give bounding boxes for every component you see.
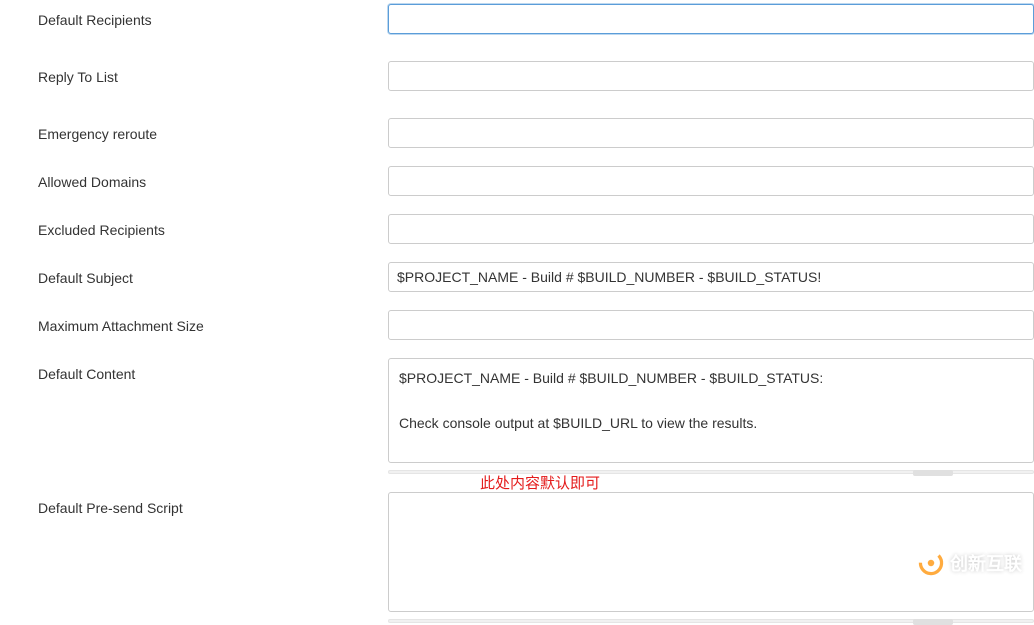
row-default-content: Default Content: [0, 358, 1034, 474]
resize-handle[interactable]: [388, 470, 1034, 474]
label-default-subject: Default Subject: [0, 262, 388, 286]
row-reply-to-list: Reply To List: [0, 61, 1034, 91]
row-default-subject: Default Subject: [0, 262, 1034, 292]
label-excluded-recipients: Excluded Recipients: [0, 214, 388, 238]
email-ext-config-form: Default Recipients Reply To List Emergen…: [0, 0, 1034, 623]
resize-handle[interactable]: [388, 619, 1034, 623]
row-excluded-recipients: Excluded Recipients: [0, 214, 1034, 244]
input-allowed-domains[interactable]: [388, 166, 1034, 196]
label-default-content: Default Content: [0, 358, 388, 382]
label-default-recipients: Default Recipients: [0, 4, 388, 28]
textarea-default-content[interactable]: [388, 358, 1034, 463]
input-max-attachment-size[interactable]: [388, 310, 1034, 340]
row-presend-script: Default Pre-send Script: [0, 492, 1034, 623]
watermark-text: 创新互联: [950, 550, 1022, 576]
input-default-recipients[interactable]: [388, 4, 1034, 34]
label-reply-to-list: Reply To List: [0, 61, 388, 85]
row-max-attachment-size: Maximum Attachment Size: [0, 310, 1034, 340]
input-excluded-recipients[interactable]: [388, 214, 1034, 244]
label-allowed-domains: Allowed Domains: [0, 166, 388, 190]
watermark-logo-icon: [918, 550, 944, 576]
row-allowed-domains: Allowed Domains: [0, 166, 1034, 196]
input-default-subject[interactable]: [388, 262, 1034, 292]
input-emergency-reroute[interactable]: [388, 118, 1034, 148]
row-default-recipients: Default Recipients: [0, 4, 1034, 34]
label-emergency-reroute: Emergency reroute: [0, 118, 388, 142]
input-reply-to-list[interactable]: [388, 61, 1034, 91]
row-emergency-reroute: Emergency reroute: [0, 118, 1034, 148]
watermark: 创新互联: [918, 550, 1022, 576]
label-presend-script: Default Pre-send Script: [0, 492, 388, 516]
label-max-attachment-size: Maximum Attachment Size: [0, 310, 388, 334]
